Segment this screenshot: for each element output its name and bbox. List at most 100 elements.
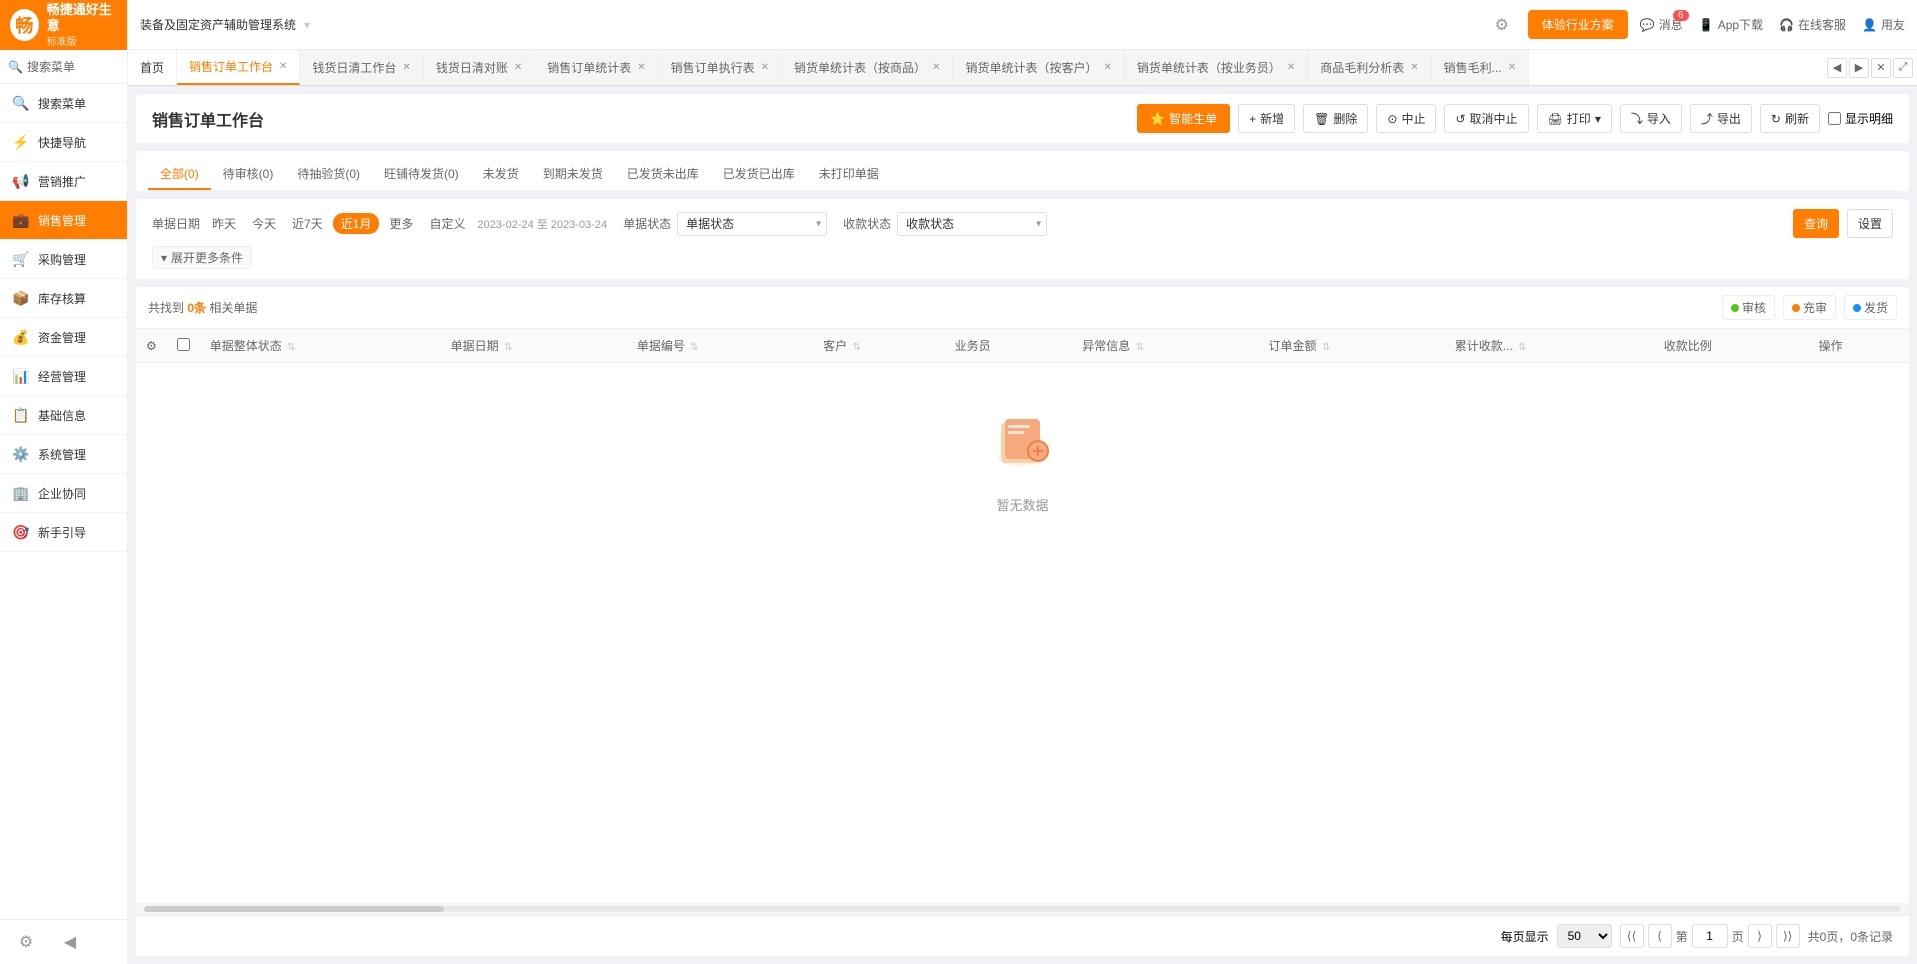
sidebar-collapse-btn[interactable]: ◀: [52, 928, 88, 956]
date-1month-btn[interactable]: 近1月: [333, 213, 380, 234]
sidebar-nav: 🔍搜索菜单⚡快捷导航📢营销推广💼销售管理🛒采购管理📦库存核算💰资金管理📊经营管理…: [0, 84, 127, 552]
topbar-gear-btn[interactable]: ⚙: [1488, 11, 1516, 39]
sidebar-item-base-info[interactable]: 📋基础信息: [0, 396, 127, 435]
page-next-btn[interactable]: ⟩: [1748, 924, 1772, 948]
tab-close-sales-summary-staff[interactable]: ✕: [1287, 62, 1295, 73]
date-more-btn[interactable]: 更多: [383, 213, 419, 234]
horizontal-scrollbar[interactable]: [136, 903, 1909, 915]
customer-sort-icon[interactable]: ⇅: [852, 342, 860, 353]
tab-cash-reconcile[interactable]: 钱货日清对账✕: [424, 50, 535, 85]
sidebar-item-inventory[interactable]: 📦库存核算: [0, 279, 127, 318]
tab-close-cash-reconcile[interactable]: ✕: [514, 62, 522, 73]
sidebar-item-enterprise[interactable]: 🏢企业协同: [0, 474, 127, 513]
import-btn[interactable]: ⤵ 导入: [1620, 104, 1682, 133]
app-download-btn[interactable]: 📱 App下载: [1699, 16, 1763, 33]
sub-tab-wangpu-ship[interactable]: 旺铺待发货(0): [372, 159, 471, 190]
sidebar-item-search[interactable]: 🔍搜索菜单: [0, 84, 127, 123]
tab-close-sales-workbench[interactable]: ✕: [279, 61, 287, 72]
status-select[interactable]: 单据状态: [677, 212, 827, 236]
sidebar-item-quick-nav[interactable]: ⚡快捷导航: [0, 123, 127, 162]
tab-close-sales-exec[interactable]: ✕: [761, 62, 769, 73]
page-last-btn[interactable]: ⟩⟩: [1776, 924, 1800, 948]
sub-tab-overdue-unshipped[interactable]: 到期未发货: [531, 159, 615, 190]
tab-margin-analysis[interactable]: 商品毛利分析表✕: [1308, 50, 1431, 85]
tab-close-sales-summary-customer[interactable]: ✕: [1103, 62, 1111, 73]
tab-sales-stats[interactable]: 销售订单统计表✕: [535, 50, 658, 85]
sub-tab-pending-check[interactable]: 待抽验货(0): [285, 159, 372, 190]
date-yesterday-btn[interactable]: 昨天: [206, 213, 242, 234]
payment-select[interactable]: 收款状态: [897, 212, 1047, 236]
tab-label-cash-daily: 钱货日清工作台: [312, 59, 396, 76]
sidebar-item-system[interactable]: ⚙️系统管理: [0, 435, 127, 474]
stop-btn[interactable]: ⊙ 中止: [1376, 104, 1436, 133]
tab-close-margin-analysis[interactable]: ✕: [1410, 62, 1418, 73]
tabs-next-btn[interactable]: ▶: [1849, 58, 1869, 78]
show-detail-checkbox[interactable]: [1828, 112, 1841, 125]
tab-close-cash-daily[interactable]: ✕: [402, 62, 410, 73]
page-size-select[interactable]: 50 10 20 100: [1557, 924, 1612, 948]
tabs-maximize-btn[interactable]: ⤢: [1893, 58, 1913, 78]
sidebar-item-guide[interactable]: 🎯新手引导: [0, 513, 127, 552]
delete-btn[interactable]: 🗑 删除: [1303, 104, 1368, 133]
amount-sort-icon[interactable]: ⇅: [1322, 342, 1330, 353]
select-all-checkbox[interactable]: [177, 338, 190, 351]
smart-create-btn[interactable]: ⭐ 智能生单: [1137, 104, 1230, 133]
tab-sales-exec[interactable]: 销售订单执行表✕: [659, 50, 782, 85]
sub-tab-shipped-not-out[interactable]: 已发货未出库: [615, 159, 711, 190]
tab-close-sales-stats[interactable]: ✕: [637, 62, 645, 73]
scrollbar-thumb[interactable]: [144, 906, 444, 912]
tab-sales-summary-customer[interactable]: 销货单统计表（按客户）✕: [953, 50, 1124, 85]
message-btn[interactable]: 💬 消息 6: [1640, 16, 1683, 33]
date-custom-btn[interactable]: 自定义: [423, 213, 471, 234]
online-service-btn[interactable]: 🎧 在线客服: [1779, 16, 1846, 33]
tabs-prev-btn[interactable]: ◀: [1827, 58, 1847, 78]
ship-action-btn[interactable]: 发货: [1844, 295, 1897, 320]
trash-icon: 🗑: [1314, 112, 1329, 126]
sidebar-item-operations[interactable]: 📊经营管理: [0, 357, 127, 396]
tab-close-sales-more[interactable]: ✕: [1508, 62, 1516, 73]
exception-sort-icon[interactable]: ⇅: [1136, 342, 1144, 353]
sidebar-search[interactable]: 🔍 搜索菜单: [0, 50, 127, 84]
collected-sort-icon[interactable]: ⇅: [1518, 342, 1526, 353]
print-btn[interactable]: 🖨 打印 ▾: [1537, 104, 1612, 133]
sub-tab-pending-review[interactable]: 待审核(0): [211, 159, 286, 190]
page-first-btn[interactable]: ⟨⟨: [1620, 924, 1644, 948]
sidebar-item-finance[interactable]: 💰资金管理: [0, 318, 127, 357]
tabs-close-btn[interactable]: ✕: [1871, 58, 1891, 78]
cancel-stop-btn[interactable]: ↺ 取消中止: [1444, 104, 1528, 133]
sub-tab-unshipped[interactable]: 未发货: [471, 159, 531, 190]
add-btn[interactable]: + 新增: [1238, 104, 1295, 133]
search-icon: 🔍: [8, 60, 23, 74]
tab-sales-summary-product[interactable]: 销货单统计表（按商品）✕: [782, 50, 953, 85]
sidebar-item-sales[interactable]: 💼销售管理: [0, 201, 127, 240]
number-sort-icon[interactable]: ⇅: [690, 342, 698, 353]
show-detail-label[interactable]: 显示明细: [1828, 110, 1893, 127]
tab-cash-daily[interactable]: 钱货日清工作台 ✕: [300, 50, 423, 85]
industry-solution-btn[interactable]: 体验行业方案: [1528, 10, 1628, 39]
date-today-btn[interactable]: 今天: [246, 213, 282, 234]
tab-sales-more[interactable]: 销售毛利...✕: [1432, 50, 1529, 85]
sidebar-item-marketing[interactable]: 📢营销推广: [0, 162, 127, 201]
tab-sales-summary-staff[interactable]: 销货单统计表（按业务员）✕: [1125, 50, 1308, 85]
sub-tab-all[interactable]: 全部(0): [148, 159, 211, 190]
query-btn[interactable]: 查询: [1793, 209, 1839, 238]
expand-filter-btn[interactable]: ▾ 展开更多条件: [152, 246, 252, 269]
status-sort-icon[interactable]: ⇅: [287, 342, 295, 353]
sub-tab-unprinted[interactable]: 未打印单据: [807, 159, 891, 190]
settings-btn[interactable]: 设置: [1847, 209, 1893, 238]
sub-tab-shipped-out[interactable]: 已发货已出库: [711, 159, 807, 190]
review-action-btn[interactable]: 审核: [1722, 295, 1775, 320]
tab-home[interactable]: 首页: [128, 50, 177, 85]
refresh-btn[interactable]: ↻ 刷新: [1760, 104, 1820, 133]
sidebar-settings-btn[interactable]: ⚙: [8, 928, 44, 956]
page-number-input[interactable]: [1692, 924, 1728, 948]
cancel-review-action-btn[interactable]: 充审: [1783, 295, 1836, 320]
date-sort-icon[interactable]: ⇅: [504, 342, 512, 353]
sidebar-item-purchase[interactable]: 🛒采购管理: [0, 240, 127, 279]
tab-sales-workbench[interactable]: 销售订单工作台✕: [177, 50, 300, 85]
export-btn[interactable]: ⤴ 导出: [1690, 104, 1752, 133]
page-prev-btn[interactable]: ⟨: [1648, 924, 1672, 948]
tab-close-sales-summary-product[interactable]: ✕: [932, 62, 940, 73]
user-menu-btn[interactable]: 👤 用友: [1862, 16, 1905, 33]
date-7days-btn[interactable]: 近7天: [286, 213, 329, 234]
